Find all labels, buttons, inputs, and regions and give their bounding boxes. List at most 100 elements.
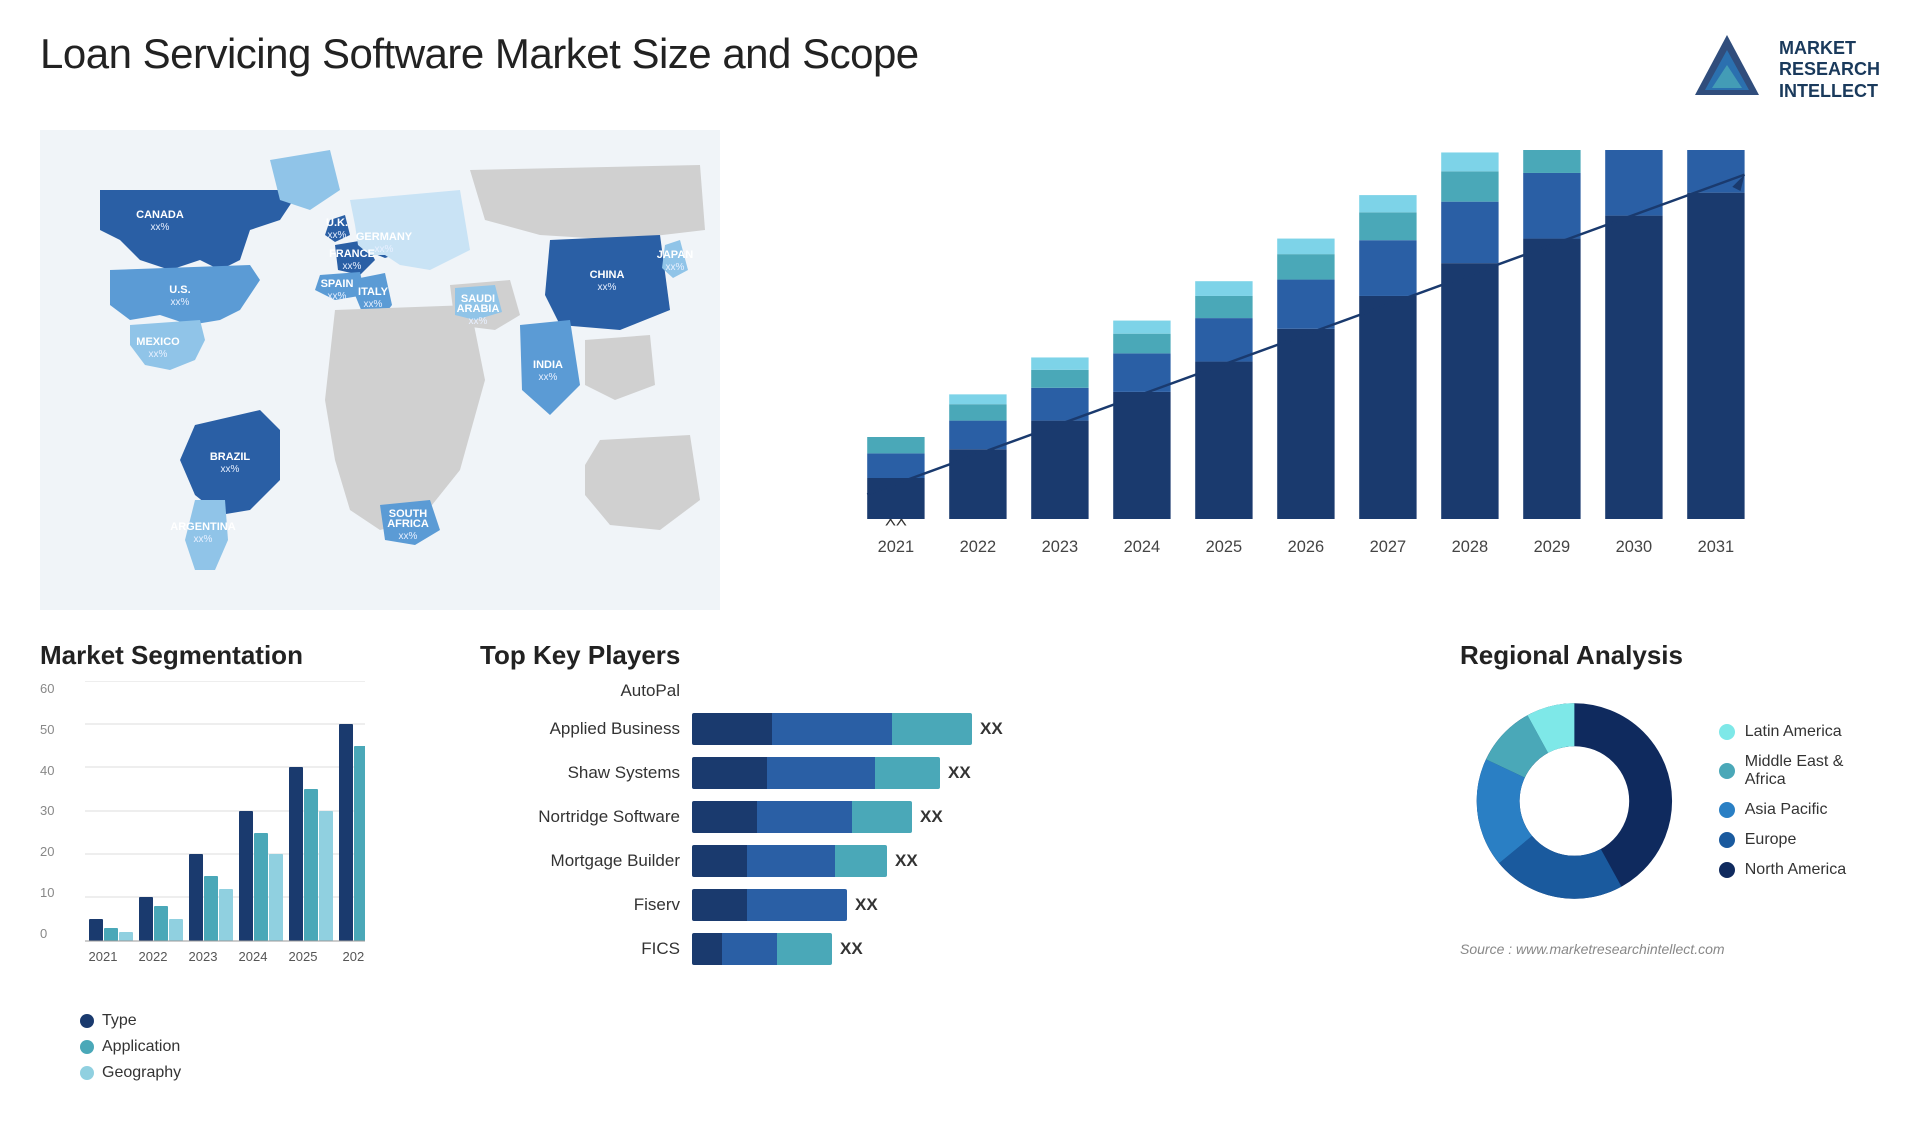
player-fiserv-value: XX [855,895,878,915]
y-label-50: 50 [40,722,54,737]
y-label-20: 20 [40,844,54,859]
legend-type-dot [80,1014,94,1028]
regional-analysis: Regional Analysis [1460,640,1880,1070]
player-mortgage-bar: XX [692,845,918,877]
bar-seg-mid [757,801,852,833]
legend-geography-label: Geography [102,1064,181,1082]
legend-asia-pacific: Asia Pacific [1719,801,1880,819]
donut-chart-svg [1460,681,1689,921]
bar-2024: XX 2024 [1113,321,1170,556]
svg-text:2028: 2028 [1452,538,1488,556]
y-label-10: 10 [40,885,54,900]
player-fics: FICS XX [480,933,1440,965]
mexico-value: xx% [149,349,168,360]
south-africa-label2: AFRICA [387,518,429,530]
player-nortridge-value: XX [920,807,943,827]
legend-middle-east-dot [1719,763,1735,779]
player-shaw-value: XX [948,763,971,783]
player-nortridge-stack [692,801,912,833]
brazil-value: xx% [221,464,240,475]
player-fiserv-stack [692,889,847,921]
china-label: CHINA [590,269,625,281]
legend-europe-dot [1719,832,1735,848]
svg-text:2023: 2023 [189,949,218,964]
logo-text: MARKET RESEARCH INTELLECT [1779,38,1880,103]
legend-geography-dot [80,1066,94,1080]
market-segmentation: Market Segmentation 0 10 20 30 40 50 60 [40,640,420,1070]
logo: MARKET RESEARCH INTELLECT [1687,30,1880,110]
svg-text:2026: 2026 [1288,538,1324,556]
player-fiserv-name: Fiserv [480,895,680,915]
bar-2029: XX 2029 [1523,150,1580,556]
japan-label: JAPAN [657,249,694,261]
bar-seg-mid [772,713,892,745]
page-title: Loan Servicing Software Market Size and … [40,30,919,78]
bar-2023: XX 2023 [1031,357,1088,555]
legend-application-label: Application [102,1038,180,1056]
bar-chart-svg: XX 2021 XX 2022 XX [760,150,1860,560]
segmentation-title: Market Segmentation [40,640,420,671]
bar-2028: XX 2028 [1441,152,1498,555]
us-label: U.S. [169,284,190,296]
bar-seg-mid [747,845,835,877]
header: Loan Servicing Software Market Size and … [0,0,1920,120]
bar-2026: XX 2026 [1277,239,1334,556]
bar-seg-mid [722,933,777,965]
svg-text:2024: 2024 [239,949,268,964]
bar-2025: XX 2025 [1195,281,1252,556]
player-shaw-stack [692,757,940,789]
legend-asia-pacific-dot [1719,802,1735,818]
logo-line1: MARKET [1779,38,1880,60]
svg-text:2025: 2025 [1206,538,1242,556]
bar-seg-dark [692,801,757,833]
world-map: CANADA xx% U.S. xx% MEXICO xx% BRAZIL xx… [40,130,720,610]
legend-latin-america: Latin America [1719,723,1880,741]
player-mortgage-stack [692,845,887,877]
logo-icon [1687,30,1767,110]
player-applied-bar: XX [692,713,1003,745]
player-shaw-name: Shaw Systems [480,763,680,783]
uk-label: U.K. [326,217,348,229]
france-value: xx% [343,261,362,272]
spain-label: SPAIN [321,278,354,290]
regional-title: Regional Analysis [1460,640,1880,671]
mexico-label: MEXICO [136,336,180,348]
svg-text:2024: 2024 [1124,538,1160,556]
player-fics-value: XX [840,939,863,959]
legend-application: Application [80,1038,420,1056]
svg-text:2022: 2022 [139,949,168,964]
svg-text:2025: 2025 [289,949,318,964]
legend-north-america-dot [1719,862,1735,878]
bar-seg-teal [875,757,940,789]
bar-seg-teal [852,801,912,833]
italy-label: ITALY [358,286,389,298]
legend-middle-east: Middle East & Africa [1719,753,1880,789]
y-label-40: 40 [40,763,54,778]
saudi-label2: ARABIA [457,303,500,315]
legend-north-america: North America [1719,861,1880,879]
legend-application-dot [80,1040,94,1054]
bar-seg-teal [892,713,972,745]
svg-text:2030: 2030 [1616,538,1652,556]
legend-asia-pacific-label: Asia Pacific [1745,801,1828,819]
key-players-title: Top Key Players [480,640,1440,671]
bar-seg-teal [835,845,887,877]
svg-text:2029: 2029 [1534,538,1570,556]
player-fiserv-bar: XX [692,889,878,921]
japan-value: xx% [666,262,685,273]
player-applied: Applied Business XX [480,713,1440,745]
bar-seg-teal [777,933,832,965]
legend-type-label: Type [102,1012,137,1030]
bar-2031: XX 2031 [1687,150,1744,556]
player-shaw-bar: XX [692,757,971,789]
player-mortgage-value: XX [895,851,918,871]
players-list: AutoPal Applied Business XX Shaw [480,681,1440,965]
segmentation-legend: Type Application Geography [40,1012,420,1082]
logo-line2: RESEARCH [1779,59,1880,81]
player-fics-bar: XX [692,933,863,965]
bar-2027: XX 2027 [1359,195,1416,556]
bar-seg-dark [692,933,722,965]
argentina-label: ARGENTINA [170,521,235,533]
player-shaw: Shaw Systems XX [480,757,1440,789]
svg-text:2021: 2021 [878,538,914,556]
